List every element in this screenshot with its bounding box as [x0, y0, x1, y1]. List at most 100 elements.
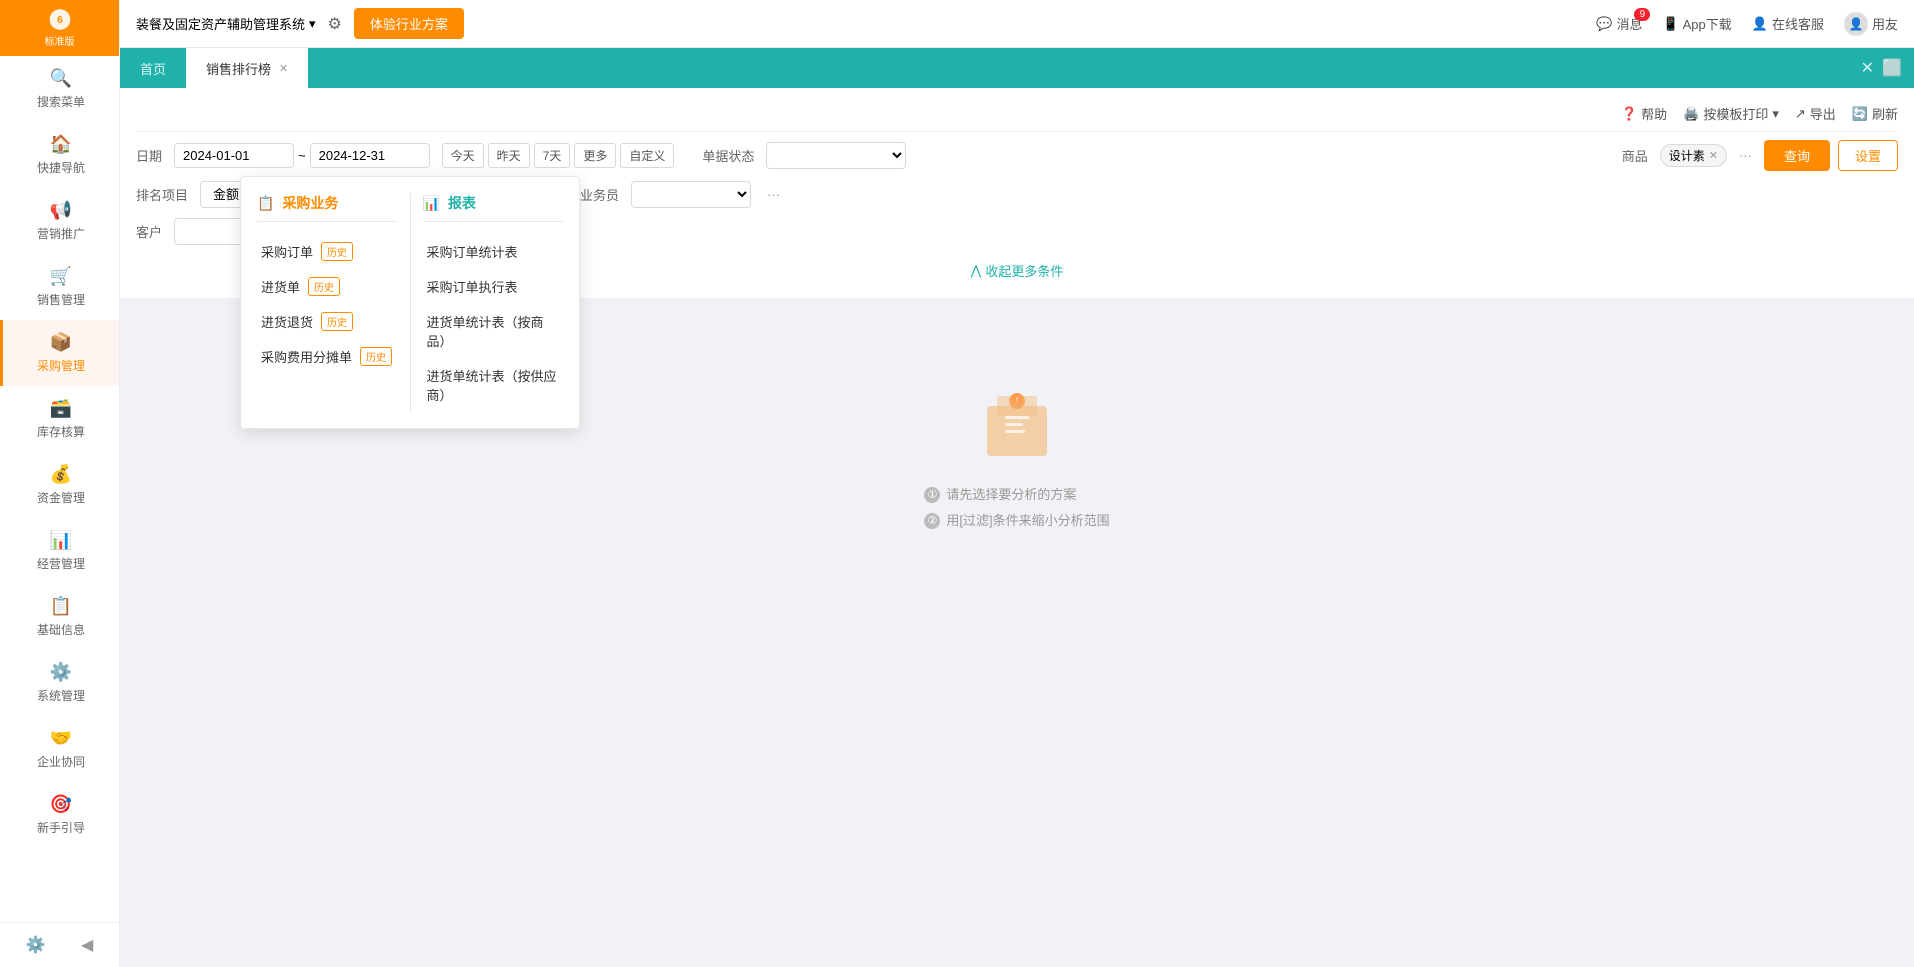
online-service-btn[interactable]: 👤 在线客服	[1752, 14, 1824, 33]
empty-hint: ① 请先选择要分析的方案 ② 用[过滤]条件来缩小分析范围	[924, 482, 1109, 534]
sidebar-item-inventory[interactable]: 🗃️ 库存核算	[0, 386, 119, 452]
purchase-nav-icon: 📦	[50, 332, 72, 353]
dropdown-col-purchase: 📋 采购业务 采购订单 历史 进货单 历史 进货退货 历史	[257, 193, 398, 412]
report-3-label: 进货单统计表（按商品）	[427, 312, 560, 350]
goods-tag: 设计素 ✕	[1660, 144, 1727, 167]
history-badge-3: 历史	[360, 347, 392, 366]
home-nav-icon: 🏠	[50, 134, 72, 155]
date-today-btn[interactable]: 今天	[442, 143, 484, 168]
sidebar-settings-btn[interactable]: ⚙️	[26, 935, 46, 955]
help-btn[interactable]: ❓ 帮助	[1621, 104, 1667, 123]
date-7days-btn[interactable]: 7天	[534, 143, 571, 168]
logo-icon: 6	[42, 8, 78, 31]
sidebar-collapse-btn[interactable]: ◀	[81, 935, 93, 955]
help-label: 帮助	[1641, 104, 1667, 123]
empty-state-icon: !	[967, 366, 1067, 466]
date-more-btn[interactable]: 更多	[574, 143, 616, 168]
salesperson-select[interactable]	[631, 181, 751, 208]
bill-status-select[interactable]	[766, 142, 906, 169]
purchase-col-title-text: 采购业务	[282, 193, 338, 213]
collapse-label: 收起更多条件	[985, 261, 1063, 280]
filter-row-1: 日期 ~ 今天 昨天 7天 更多 自定义 单据状态 商品	[136, 140, 1898, 171]
dropdown-report-title: 📊 报表	[423, 193, 564, 222]
app-download-btn[interactable]: 📱 App下载	[1662, 14, 1731, 33]
dropdown-item-purchase-order[interactable]: 采购订单 历史	[257, 234, 398, 269]
sidebar-item-guide[interactable]: 🎯 新手引导	[0, 782, 119, 848]
dropdown-item-report-1[interactable]: 采购订单统计表	[423, 234, 564, 269]
sidebar-item-basic-info[interactable]: 📋 基础信息	[0, 584, 119, 650]
purchase-dropdown-menu: 📋 采购业务 采购订单 历史 进货单 历史 进货退货 历史	[240, 176, 580, 429]
topbar-right: 💬 消息 9 📱 App下载 👤 在线客服 👤 用友	[1596, 12, 1898, 36]
hint-item-1: ① 请先选择要分析的方案	[924, 482, 1109, 508]
app-download-label: App下载	[1683, 14, 1732, 33]
report-col-icon: 📊	[423, 195, 440, 212]
sidebar-item-sales[interactable]: 🛒 销售管理	[0, 254, 119, 320]
tabbar: 首页 销售排行榜 ✕ ✕ ⬜	[120, 48, 1914, 88]
sidebar-nav: 🔍 搜索菜单 🏠 快捷导航 📢 营销推广 🛒 销售管理 📦 采购管理 🗃️ 库存…	[0, 56, 119, 922]
filter-actions: 查询 设置	[1764, 140, 1898, 171]
app-download-icon: 📱	[1662, 16, 1678, 32]
dropdown-cols: 📋 采购业务 采购订单 历史 进货单 历史 进货退货 历史	[257, 193, 563, 412]
sidebar-item-finance[interactable]: 💰 资金管理	[0, 452, 119, 518]
collapse-up-icon: ⋀	[971, 263, 982, 279]
hint-item-2: ② 用[过滤]条件来缩小分析范围	[924, 508, 1109, 534]
topbar-system-title[interactable]: 装餐及固定资产辅助管理系统 ▾	[136, 14, 316, 33]
dropdown-item-report-4[interactable]: 进货单统计表（按供应商）	[423, 358, 564, 412]
sidebar-item-system[interactable]: ⚙️ 系统管理	[0, 650, 119, 716]
tab-close-icon[interactable]: ✕	[279, 62, 288, 75]
user-btn[interactable]: 👤 用友	[1844, 12, 1898, 36]
user-avatar-icon: 👤	[1844, 12, 1868, 36]
filter-toolbar: ❓ 帮助 🖨️ 按模板打印 ▾ ↗ 导出 🔄 刷新	[136, 100, 1898, 132]
notification-btn[interactable]: 💬 消息 9	[1596, 14, 1642, 33]
query-btn[interactable]: 查询	[1764, 140, 1830, 171]
refresh-btn[interactable]: 🔄 刷新	[1852, 104, 1898, 123]
export-icon: ↗	[1795, 106, 1806, 122]
purchase-col-icon: 📋	[257, 195, 274, 212]
tab-window-btns: ✕ ⬜	[1861, 58, 1914, 78]
dropdown-item-purchase-expense[interactable]: 采购费用分摊单 历史	[257, 339, 398, 374]
sidebar-item-purchase[interactable]: 📦 采购管理	[0, 320, 119, 386]
industry-btn[interactable]: 体验行业方案	[354, 8, 464, 39]
online-service-icon: 👤	[1752, 16, 1768, 32]
sidebar-item-purchase-label: 采购管理	[37, 357, 85, 374]
date-yesterday-btn[interactable]: 昨天	[488, 143, 530, 168]
goods-tag-close[interactable]: ✕	[1709, 149, 1718, 162]
sidebar-item-marketing[interactable]: 📢 营销推广	[0, 188, 119, 254]
print-icon: 🖨️	[1683, 106, 1699, 122]
dropdown-col-report: 📊 报表 采购订单统计表 采购订单执行表 进货单统计表（按商品） 进货单统计表（…	[423, 193, 564, 412]
svg-text:!: !	[1016, 396, 1018, 405]
date-range: ~	[174, 143, 430, 168]
sidebar-bottom: ⚙️ ◀	[0, 922, 119, 967]
sidebar-item-enterprise[interactable]: 🤝 企业协同	[0, 716, 119, 782]
date-start-input[interactable]	[174, 143, 294, 168]
dropdown-item-report-2[interactable]: 采购订单执行表	[423, 269, 564, 304]
goods-more-icon[interactable]: ···	[1739, 148, 1752, 163]
topbar-settings-icon[interactable]: ⚙	[328, 14, 342, 34]
sidebar-item-quick-nav[interactable]: 🏠 快捷导航	[0, 122, 119, 188]
date-custom-btn[interactable]: 自定义	[620, 143, 674, 168]
hint-text-1: 请先选择要分析的方案	[946, 482, 1076, 508]
dropdown-item-report-3[interactable]: 进货单统计表（按商品）	[423, 304, 564, 358]
salesperson-more-icon[interactable]: ···	[767, 187, 780, 202]
tab-home[interactable]: 首页	[120, 48, 186, 88]
purchase-expense-label: 采购费用分摊单	[261, 347, 352, 366]
window-close-btn[interactable]: ✕	[1861, 58, 1874, 78]
sidebar-item-search[interactable]: 🔍 搜索菜单	[0, 56, 119, 122]
print-dropdown-icon: ▾	[1772, 106, 1779, 122]
sidebar-item-operations[interactable]: 📊 经营管理	[0, 518, 119, 584]
tab-sales-ranking[interactable]: 销售排行榜 ✕	[186, 48, 308, 88]
system-title-text: 装餐及固定资产辅助管理系统	[136, 14, 305, 33]
dropdown-item-purchase-return[interactable]: 进货退货 历史	[257, 304, 398, 339]
topbar: 装餐及固定资产辅助管理系统 ▾ ⚙ 体验行业方案 💬 消息 9 📱 App下载 …	[120, 0, 1914, 48]
export-btn[interactable]: ↗ 导出	[1795, 104, 1836, 123]
dropdown-arrow-icon: ▾	[309, 16, 316, 32]
svg-text:6: 6	[57, 15, 63, 26]
settings-btn[interactable]: 设置	[1838, 140, 1898, 171]
date-end-input[interactable]	[310, 143, 430, 168]
date-quick-btns: 今天 昨天 7天 更多 自定义	[442, 143, 675, 168]
dropdown-item-purchase-inbound[interactable]: 进货单 历史	[257, 269, 398, 304]
window-maximize-btn[interactable]: ⬜	[1882, 58, 1902, 78]
print-btn[interactable]: 🖨️ 按模板打印 ▾	[1683, 104, 1779, 123]
report-2-label: 采购订单执行表	[427, 277, 518, 296]
system-nav-icon: ⚙️	[50, 662, 72, 683]
